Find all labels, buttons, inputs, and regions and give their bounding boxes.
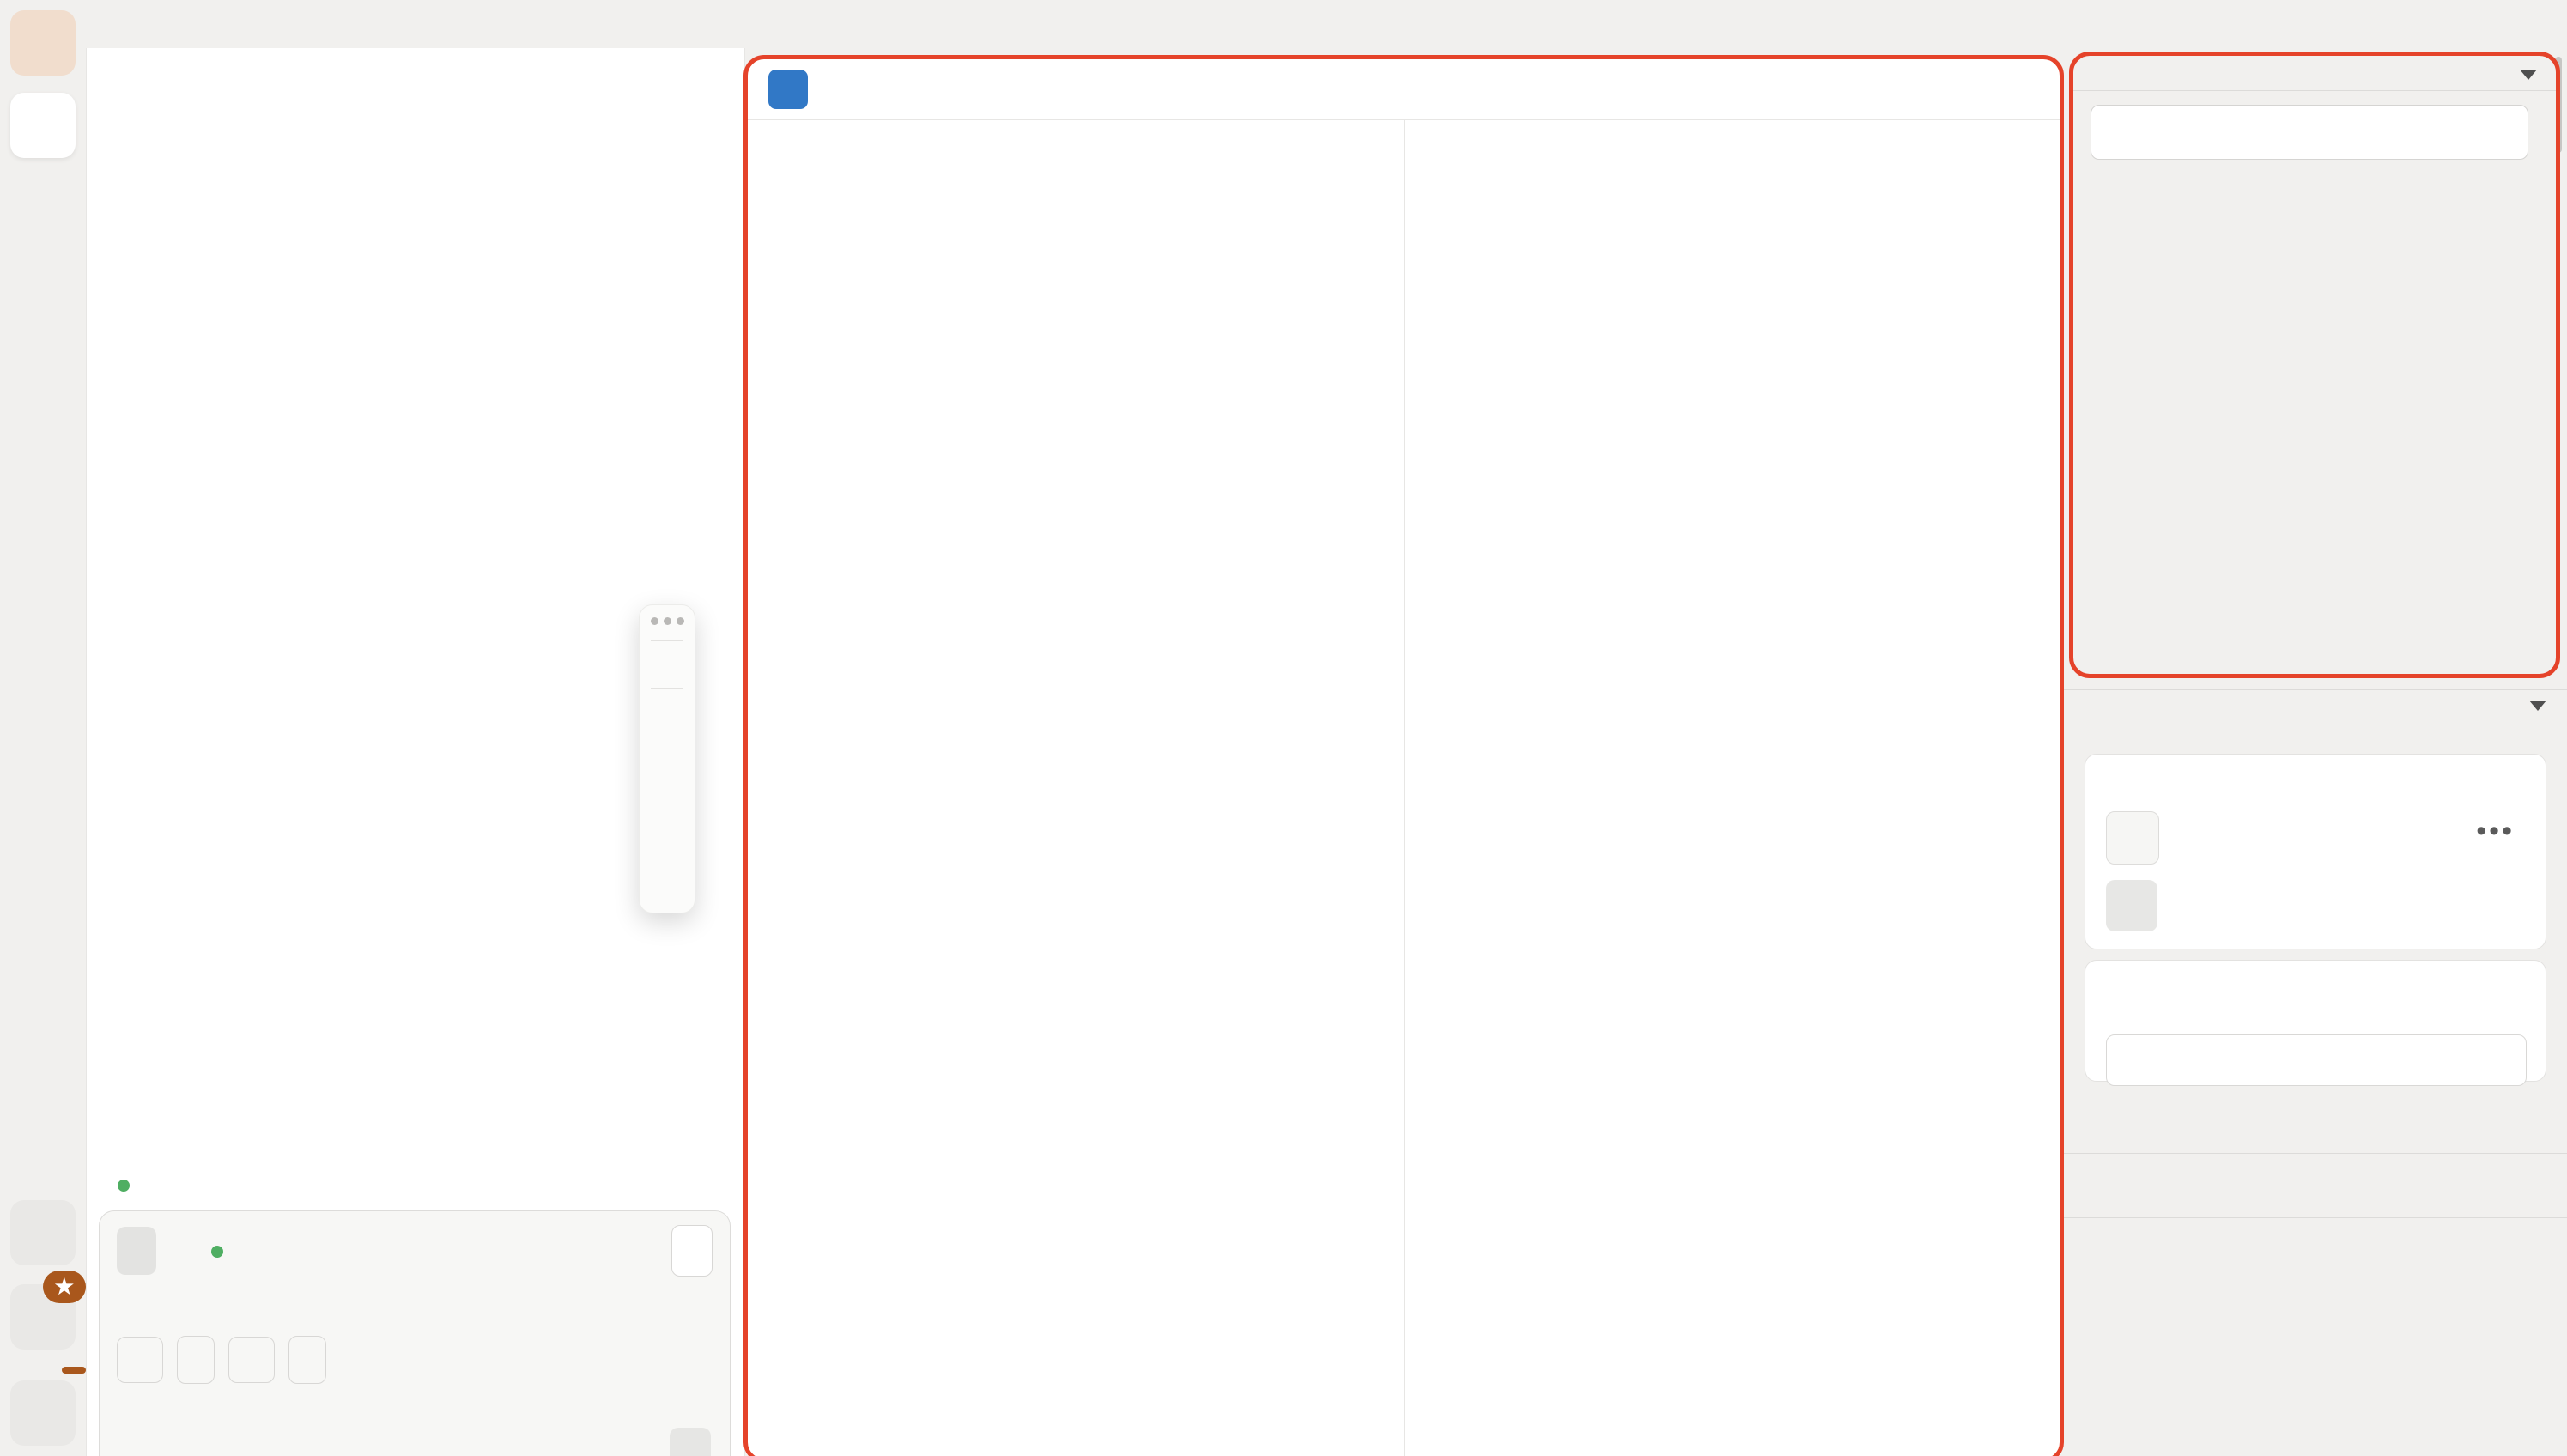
board-button[interactable] (10, 93, 76, 158)
fast-forward-button[interactable] (228, 1337, 275, 1383)
composer-input[interactable] (100, 1289, 730, 1312)
diff-old-column (748, 120, 1405, 1456)
diff-panel (743, 55, 2064, 1456)
settings-sliders-button[interactable] (117, 1337, 163, 1383)
ts-file-icon (768, 70, 808, 109)
collapse-caret-icon[interactable] (2520, 70, 2537, 80)
git-section-header[interactable] (2085, 701, 2546, 711)
account-button[interactable] (10, 1200, 76, 1265)
composer (99, 1210, 731, 1456)
mode-dropdown[interactable] (288, 1336, 326, 1384)
files-changed-chip[interactable] (117, 1227, 156, 1275)
search-files-input[interactable] (2091, 105, 2528, 160)
send-button[interactable] (670, 1428, 711, 1456)
working-branch-card (2085, 960, 2546, 1082)
github-stars-badge: ★ (43, 1271, 86, 1303)
model-dropdown[interactable] (177, 1336, 215, 1384)
discord-badge (62, 1367, 86, 1374)
latest-dropdown[interactable] (671, 1225, 713, 1277)
branch-dropdown[interactable] (2106, 811, 2159, 864)
repo-card: ••• (2085, 754, 2546, 949)
discord-button[interactable] (10, 1380, 76, 1446)
floating-toolbar (639, 604, 695, 913)
github-button[interactable]: ★ (10, 1284, 76, 1350)
collapse-caret-icon[interactable] (2529, 701, 2546, 711)
diff-header[interactable] (748, 59, 2060, 120)
drag-handle-icon[interactable] (651, 617, 684, 625)
changes-panel (2069, 52, 2560, 678)
composer-toolbar (100, 1211, 730, 1289)
titlebar (0, 0, 2567, 48)
composer-buttons (100, 1312, 730, 1384)
open-pr-button[interactable] (2106, 880, 2157, 931)
more-menu[interactable]: ••• (2476, 815, 2515, 848)
diff-body (748, 120, 2060, 1456)
working-branch-input[interactable] (2106, 1034, 2527, 1086)
app: ★ (0, 0, 2567, 1456)
diff-new-column (1405, 120, 2060, 1456)
layout-button[interactable] (10, 10, 76, 76)
